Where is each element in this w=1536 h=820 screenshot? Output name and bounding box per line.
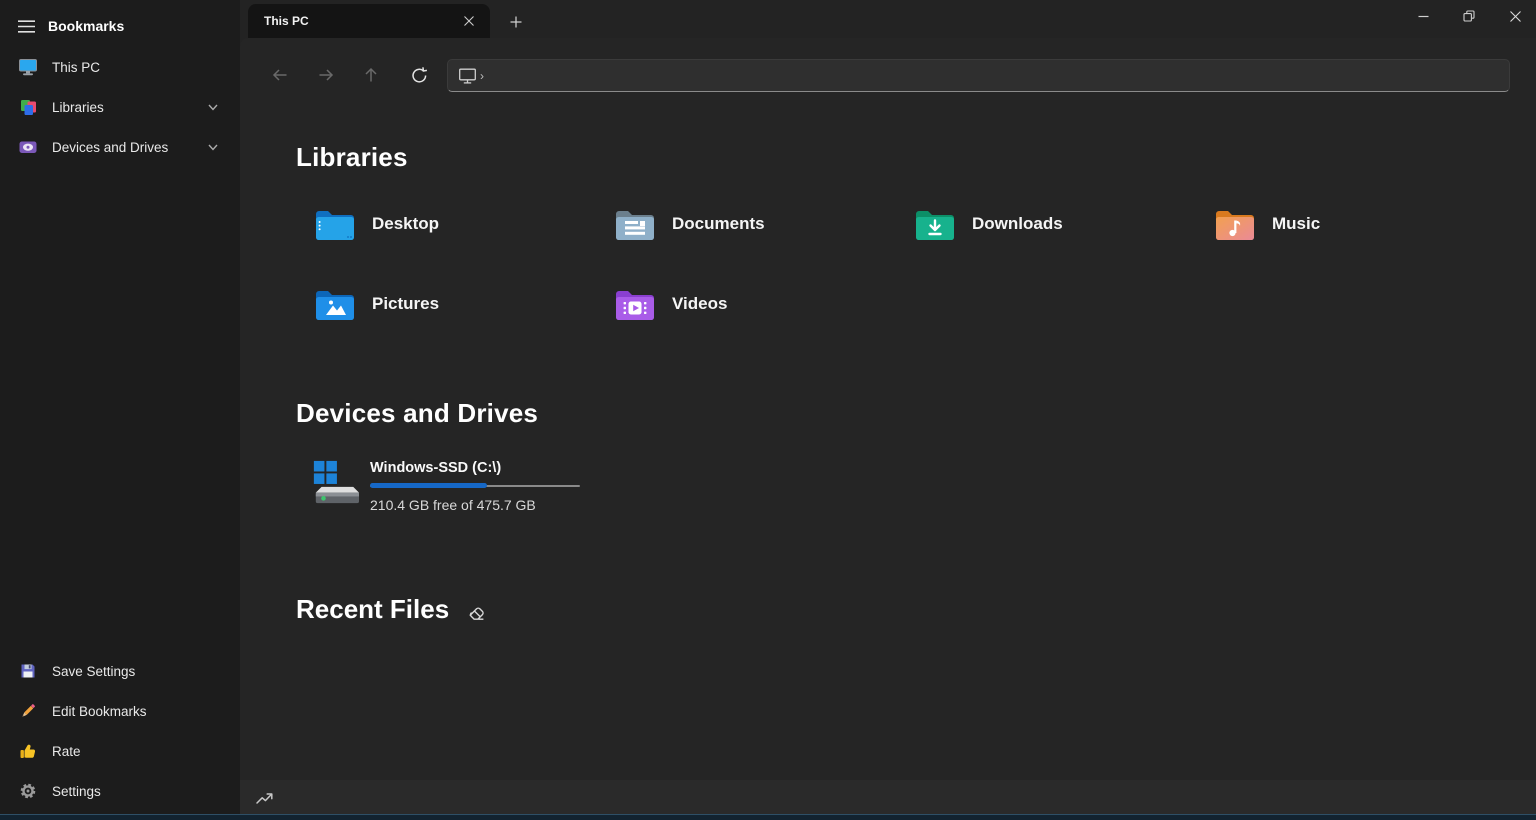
sidebar-item-label: Save Settings <box>52 664 135 679</box>
library-tile-label: Documents <box>672 214 765 234</box>
minimize-button[interactable] <box>1400 0 1446 32</box>
tab-title: This PC <box>264 14 458 28</box>
sidebar-item-save-settings[interactable]: Save Settings <box>4 652 236 690</box>
disc-icon <box>18 137 38 157</box>
library-tile-label: Downloads <box>972 214 1063 234</box>
close-button[interactable] <box>1492 0 1536 32</box>
floppy-disk-icon <box>18 661 38 681</box>
library-tile-documents[interactable]: Documents <box>615 200 900 248</box>
content-pane: › Libraries Desktop <box>240 38 1536 780</box>
recent-files-section: Recent Files <box>296 594 489 625</box>
refresh-button[interactable] <box>402 58 436 92</box>
bottom-edge-strip <box>0 814 1536 820</box>
drive-capacity-text: 210.4 GB free of 475.7 GB <box>370 497 536 513</box>
desktop-folder-icon <box>315 207 355 241</box>
section-title-libraries: Libraries <box>296 142 408 173</box>
sidebar-item-settings[interactable]: Settings <box>4 772 236 810</box>
library-tile-downloads[interactable]: Downloads <box>915 200 1200 248</box>
back-button[interactable] <box>263 58 297 92</box>
sidebar-item-label: Settings <box>52 784 101 799</box>
libraries-icon <box>18 97 38 117</box>
forward-button[interactable] <box>309 58 343 92</box>
new-tab-button[interactable] <box>503 10 529 34</box>
up-button[interactable] <box>354 58 388 92</box>
sidebar-title: Bookmarks <box>48 18 124 34</box>
section-title-devices: Devices and Drives <box>296 398 538 429</box>
library-tile-desktop[interactable]: Desktop <box>315 200 600 248</box>
sidebar-item-rate[interactable]: Rate <box>4 732 236 770</box>
thumbs-up-icon <box>18 741 38 761</box>
drive-tile-windows-ssd[interactable]: Windows-SSD (C:\) 210.4 GB free of 475.7… <box>310 453 600 519</box>
main-pane: This PC <box>240 0 1536 820</box>
sidebar-item-label: Rate <box>52 744 81 759</box>
section-title-recent-files: Recent Files <box>296 594 449 625</box>
library-tile-label: Videos <box>672 294 727 314</box>
trending-up-icon[interactable] <box>253 786 277 808</box>
sidebar-item-libraries[interactable]: Libraries <box>4 88 236 126</box>
eraser-icon[interactable] <box>463 599 489 625</box>
computer-icon <box>458 67 477 85</box>
sidebar: Bookmarks This PC Libraries <box>0 0 240 820</box>
address-bar[interactable]: › <box>447 59 1510 92</box>
sidebar-header: Bookmarks <box>0 8 240 44</box>
sidebar-item-label: Devices and Drives <box>52 140 168 155</box>
restore-button[interactable] <box>1446 0 1492 32</box>
hard-drive-icon <box>310 459 360 507</box>
app-window: Bookmarks This PC Libraries <box>0 0 1536 820</box>
tab-this-pc[interactable]: This PC <box>248 4 490 38</box>
chevron-down-icon[interactable] <box>206 100 220 114</box>
status-bar <box>240 780 1536 814</box>
tab-strip: This PC <box>240 0 1536 38</box>
pencil-icon <box>18 701 38 721</box>
sidebar-item-label: Libraries <box>52 100 104 115</box>
drive-usage-fill <box>370 483 487 488</box>
sidebar-item-edit-bookmarks[interactable]: Edit Bookmarks <box>4 692 236 730</box>
tab-close-icon[interactable] <box>458 10 480 32</box>
sidebar-item-label: This PC <box>52 60 100 75</box>
library-tile-label: Desktop <box>372 214 439 234</box>
music-folder-icon <box>1215 207 1255 241</box>
library-tile-label: Pictures <box>372 294 439 314</box>
sidebar-item-devices-and-drives[interactable]: Devices and Drives <box>4 128 236 166</box>
gear-icon <box>18 781 38 801</box>
library-tile-pictures[interactable]: Pictures <box>315 280 600 328</box>
library-tile-music[interactable]: Music <box>1215 200 1500 248</box>
pictures-folder-icon <box>315 287 355 321</box>
breadcrumb-chevron: › <box>480 69 484 83</box>
library-tile-label: Music <box>1272 214 1320 234</box>
chevron-down-icon[interactable] <box>206 140 220 154</box>
sidebar-item-label: Edit Bookmarks <box>52 704 147 719</box>
drive-name: Windows-SSD (C:\) <box>370 460 501 476</box>
documents-folder-icon <box>615 207 655 241</box>
sidebar-item-this-pc[interactable]: This PC <box>4 48 236 86</box>
library-tile-videos[interactable]: Videos <box>615 280 900 328</box>
monitor-icon <box>18 57 38 77</box>
videos-folder-icon <box>615 287 655 321</box>
downloads-folder-icon <box>915 207 955 241</box>
hamburger-menu-icon[interactable] <box>10 10 42 42</box>
